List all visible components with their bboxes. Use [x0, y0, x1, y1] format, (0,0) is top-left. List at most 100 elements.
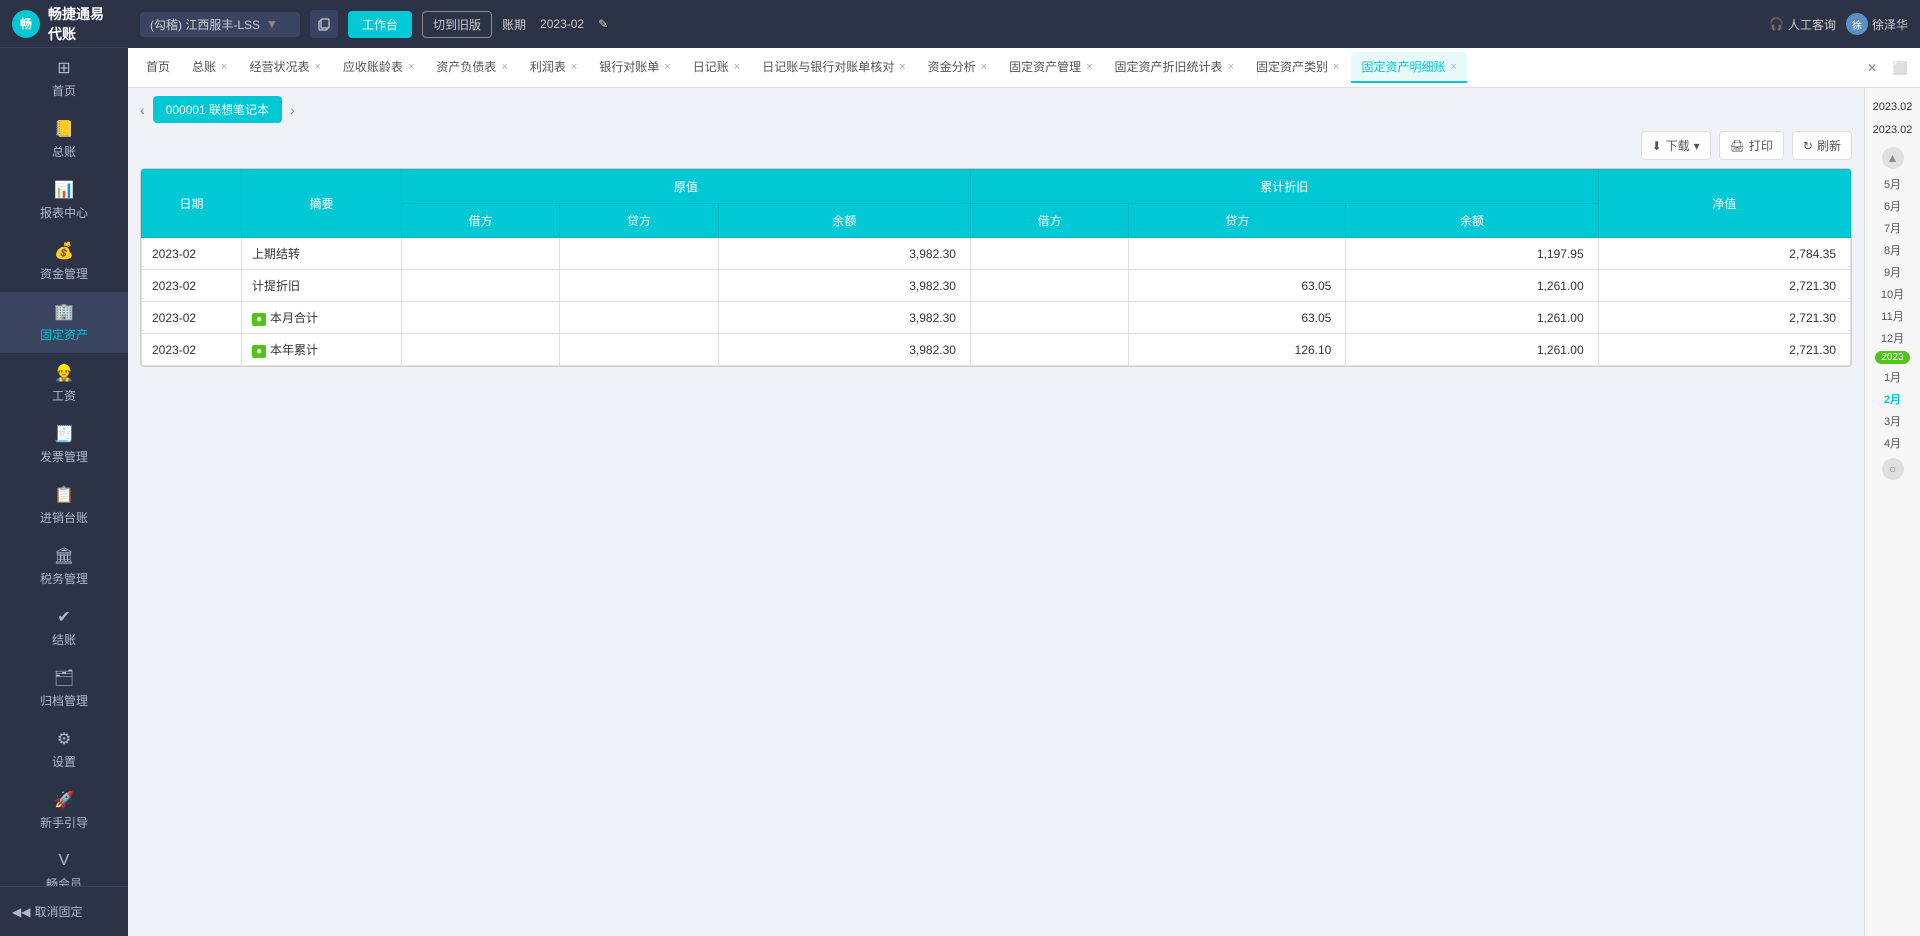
tab-close-9[interactable]: ×: [981, 61, 987, 73]
sidebar-icon-4: 🏢: [54, 302, 74, 322]
download-button[interactable]: ⬇ 下载 ▾: [1641, 131, 1711, 160]
tab-close-10[interactable]: ×: [1086, 61, 1092, 73]
col-acc-debit: 借方: [970, 204, 1128, 238]
sidebar-item-设置[interactable]: ⚙ 设置: [0, 719, 128, 780]
tab-资产负债表[interactable]: 资产负债表×: [426, 52, 517, 83]
tab-close-13[interactable]: ×: [1450, 61, 1456, 73]
refresh-button[interactable]: ↻ 刷新: [1792, 131, 1852, 160]
sidebar-label-4: 固定资产: [40, 326, 88, 343]
user-info[interactable]: 徐 徐泽华: [1846, 13, 1908, 35]
tab-资金分析[interactable]: 资金分析×: [918, 52, 997, 83]
sidebar-icon-9: ✔: [54, 607, 74, 627]
tab-label-3: 应收账龄表: [343, 58, 403, 75]
sidebar-item-归档管理[interactable]: 🗂 归档管理: [0, 658, 128, 719]
cell-net-value-3: 2,721.30: [1598, 334, 1850, 366]
rp-month-5月[interactable]: 5月: [1880, 173, 1905, 195]
cell-orig-balance-3: 3,982.30: [718, 334, 970, 366]
edit-period-icon[interactable]: ✎: [598, 17, 608, 31]
tab-固定资产类别[interactable]: 固定资产类别×: [1246, 52, 1349, 83]
sidebar-label-10: 归档管理: [40, 692, 88, 709]
rp-month-6月[interactable]: 6月: [1880, 195, 1905, 217]
sidebar-item-工资[interactable]: 👷 工资: [0, 353, 128, 414]
cell-acc-balance-3: 1,261.00: [1346, 334, 1598, 366]
tab-close-1[interactable]: ×: [221, 61, 227, 73]
tab-应收账龄表[interactable]: 应收账龄表 ×: [333, 52, 424, 83]
tab-首页[interactable]: 首页: [136, 52, 180, 83]
table-row: 2023-02 上期结转 3,982.30 1,197.95 2,784.35: [142, 238, 1851, 270]
tabbar-actions: ✕ ⬜: [1860, 56, 1912, 80]
cell-date-2: 2023-02: [142, 302, 242, 334]
tab-固定资产折旧统计表[interactable]: 固定资产折旧统计表×: [1105, 52, 1244, 83]
rp-month-9月[interactable]: 9月: [1880, 261, 1905, 283]
sidebar-item-发票管理[interactable]: 🧾 发票管理: [0, 414, 128, 475]
rp-month-7月[interactable]: 7月: [1880, 217, 1905, 239]
tab-close-2[interactable]: ×: [314, 61, 320, 73]
sidebar-item-资金管理[interactable]: 💰 资金管理: [0, 231, 128, 292]
tab-close-6[interactable]: ×: [664, 61, 670, 73]
tabbar-maximize[interactable]: ⬜: [1888, 56, 1912, 80]
sidebar-item-结账[interactable]: ✔ 结账: [0, 597, 128, 658]
print-button[interactable]: 🖨 打印: [1719, 131, 1784, 160]
copy-icon[interactable]: [310, 10, 338, 38]
rp-year-month-4月[interactable]: 4月: [1880, 432, 1905, 454]
tab-close-3[interactable]: ×: [408, 61, 414, 73]
print-icon: 🖨: [1730, 139, 1745, 153]
tab-总账[interactable]: 总账 ×: [182, 52, 237, 83]
rp-period-1[interactable]: 2023.02: [1871, 119, 1915, 142]
rp-month-10月[interactable]: 10月: [1877, 283, 1908, 305]
tab-close-7[interactable]: ×: [734, 61, 740, 73]
tab-close-4[interactable]: ×: [501, 61, 507, 73]
cell-orig-credit-1: [560, 270, 718, 302]
tab-经营状况表[interactable]: 经营状况表 ×: [239, 52, 330, 83]
rp-month-12月[interactable]: 12月: [1877, 327, 1908, 349]
cell-acc-debit-1: [970, 270, 1128, 302]
tab-close-5[interactable]: ×: [571, 61, 577, 73]
table-row: 2023-02 ●本月合计 3,982.30 63.05 1,261.00 2,…: [142, 302, 1851, 334]
rp-month-11月[interactable]: 11月: [1877, 305, 1907, 327]
back-arrow[interactable]: ‹: [140, 102, 145, 118]
rp-year-month-1月[interactable]: 1月: [1880, 366, 1905, 388]
rp-period-0[interactable]: 2023.02: [1871, 96, 1915, 119]
tab-label-1: 总账: [192, 58, 216, 75]
cell-acc-debit-0: [970, 238, 1128, 270]
sidebar: 畅 畅捷通易代账 ⊞ 首页 📒 总账 📊 报表中心 💰 资金管理 🏢 固定资产 …: [0, 0, 128, 936]
subnav-tab-active[interactable]: 000001 联想笔记本: [153, 96, 282, 123]
sidebar-item-畅会员[interactable]: V 畅会员: [0, 841, 128, 886]
rp-scroll-up[interactable]: ▲: [1882, 147, 1904, 169]
sidebar-item-总账[interactable]: 📒 总账: [0, 109, 128, 170]
sidebar-item-报表中心[interactable]: 📊 报表中心: [0, 170, 128, 231]
cell-orig-credit-0: [560, 238, 718, 270]
sidebar-item-固定资产[interactable]: 🏢 固定资产: [0, 292, 128, 353]
sidebar-item-进销台账[interactable]: 📋 进销台账: [0, 475, 128, 536]
cell-orig-debit-1: [402, 270, 560, 302]
sidebar-item-新手引导[interactable]: 🚀 新手引导: [0, 780, 128, 841]
rp-month-8月[interactable]: 8月: [1880, 239, 1905, 261]
tab-close-12[interactable]: ×: [1333, 61, 1339, 73]
forward-arrow[interactable]: ›: [290, 102, 295, 118]
tab-固定资产明细账[interactable]: 固定资产明细账×: [1351, 52, 1466, 83]
logo-icon: 畅: [12, 10, 40, 38]
sidebar-icon-11: ⚙: [54, 729, 74, 749]
tabbar-close-all[interactable]: ✕: [1860, 56, 1884, 80]
tab-利润表[interactable]: 利润表×: [520, 52, 587, 83]
ai-button[interactable]: 🎧 人工客询: [1769, 16, 1836, 33]
rp-year-month-2月[interactable]: 2月: [1880, 388, 1905, 410]
tab-银行对账单[interactable]: 银行对账单×: [589, 52, 680, 83]
rp-scroll-down[interactable]: ○: [1882, 458, 1904, 480]
sidebar-icon-7: 📋: [54, 485, 74, 505]
pin-toggle[interactable]: ◀◀ 取消固定: [0, 895, 128, 928]
tab-close-11[interactable]: ×: [1228, 61, 1234, 73]
tab-日记账[interactable]: 日记账×: [683, 52, 750, 83]
company-selector[interactable]: (勾稽) 江西服丰-LSS ▼: [140, 12, 300, 37]
sidebar-item-首页[interactable]: ⊞ 首页: [0, 48, 128, 109]
tab-label-2: 经营状况表: [249, 58, 309, 75]
rp-year-month-3月[interactable]: 3月: [1880, 410, 1905, 432]
tab-close-8[interactable]: ×: [899, 61, 905, 73]
sidebar-item-税务管理[interactable]: 🏛 税务管理: [0, 536, 128, 597]
page-toolbar: ⬇ 下载 ▾ 🖨 打印 ↻ 刷新: [140, 131, 1852, 160]
tab-固定资产管理[interactable]: 固定资产管理×: [999, 52, 1102, 83]
workbench-button[interactable]: 工作台: [348, 11, 412, 38]
cell-net-value-1: 2,721.30: [1598, 270, 1850, 302]
tab-日记账与银行对账单核对[interactable]: 日记账与银行对账单核对×: [752, 52, 915, 83]
switch-old-button[interactable]: 切到旧版: [422, 11, 492, 38]
